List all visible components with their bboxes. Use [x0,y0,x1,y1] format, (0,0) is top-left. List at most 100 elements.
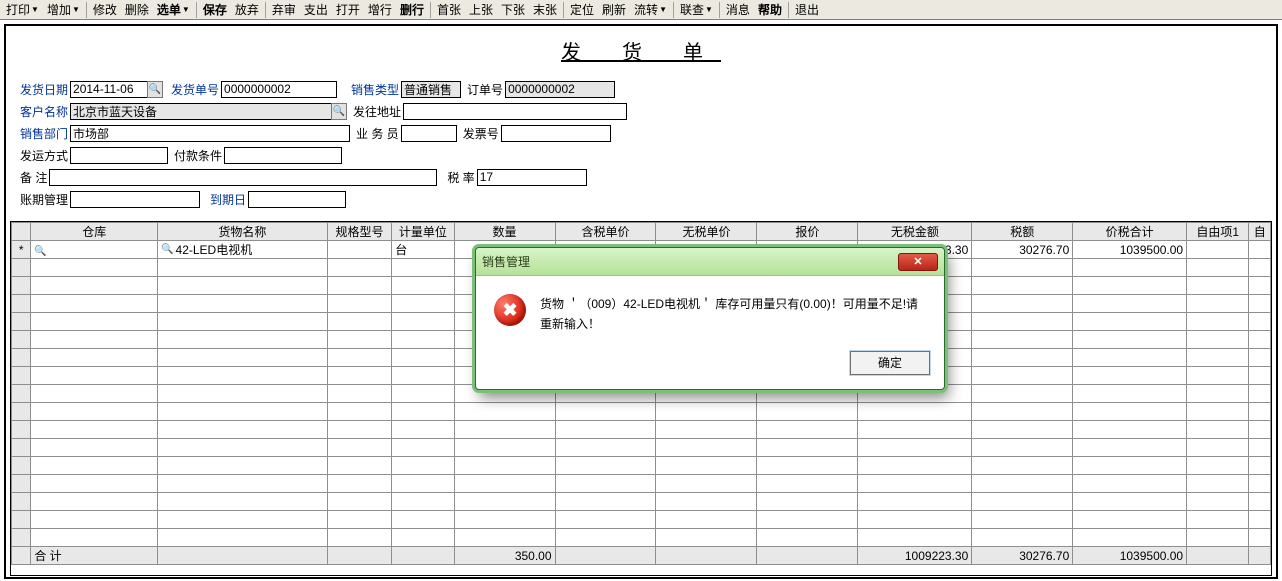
customer-field[interactable]: 北京市蓝天设备 [70,103,332,120]
table-row[interactable]: .............. [12,475,1271,493]
column-header[interactable]: 规格型号 [327,223,391,241]
toolbar-下张[interactable]: 下张 [497,1,529,19]
label-period-mgmt: 账期管理 [20,191,68,208]
toolbar-separator [788,2,789,18]
row-marker: * [12,241,31,259]
label-ship-addr: 发往地址 [353,103,401,120]
toolbar-增行[interactable]: 增行 [364,1,396,19]
column-header[interactable]: 无税金额 [858,223,972,241]
toolbar-选单[interactable]: 选单▼ [153,1,194,19]
column-header[interactable]: 数量 [454,223,555,241]
amount-total-cell[interactable]: 1039500.00 [1073,241,1187,259]
pay-terms-field[interactable] [224,147,342,164]
lookup-icon[interactable]: 🔍 [147,81,163,98]
column-header[interactable]: 自由项1 [1187,223,1249,241]
toolbar-增加[interactable]: 增加▼ [43,1,84,19]
toolbar-打印[interactable]: 打印▼ [2,1,43,19]
toolbar-保存[interactable]: 保存 [199,1,231,19]
free2-cell[interactable] [1249,241,1271,259]
toolbar-打开[interactable]: 打开 [332,1,364,19]
tax-rate-field[interactable]: 17 [477,169,587,186]
column-header[interactable]: 计量单位 [392,223,454,241]
table-row[interactable]: .............. [12,493,1271,511]
toolbar-修改[interactable]: 修改 [89,1,121,19]
warehouse-cell[interactable]: 🔍 [31,241,158,259]
label-tax-rate: 税 率 [447,169,474,186]
column-header[interactable]: 自 [1249,223,1271,241]
due-date-field[interactable] [248,191,346,208]
toolbar-上张[interactable]: 上张 [465,1,497,19]
label-remark: 备 注 [20,169,47,186]
toolbar-联查[interactable]: 联查▼ [676,1,717,19]
column-header[interactable]: 含税单价 [555,223,656,241]
toolbar-separator [196,2,197,18]
label-ship-method: 发运方式 [20,147,68,164]
column-header[interactable]: 税额 [972,223,1073,241]
free1-cell[interactable] [1187,241,1249,259]
label-ship-date: 发货日期 [20,81,68,98]
spec-cell[interactable] [327,241,391,259]
chevron-down-icon: ▼ [659,6,667,14]
chevron-down-icon: ▼ [182,6,190,14]
chevron-down-icon: ▼ [31,6,39,14]
toolbar-刷新[interactable]: 刷新 [598,1,630,19]
toolbar-删除[interactable]: 删除 [121,1,153,19]
ok-button[interactable]: 确定 [850,351,930,375]
ship-no-field[interactable]: 0000000002 [221,81,337,98]
toolbar-放弃[interactable]: 放弃 [231,1,263,19]
dialog-title-text: 销售管理 [482,253,530,270]
order-no-field[interactable]: 0000000002 [505,81,615,98]
table-row[interactable]: .............. [12,421,1271,439]
toolbar-支出[interactable]: 支出 [300,1,332,19]
table-row[interactable]: .............. [12,439,1271,457]
table-row[interactable]: .............. [12,511,1271,529]
toolbar-帮助[interactable]: 帮助 [754,1,786,19]
dialog-titlebar[interactable]: 销售管理 ✕ [476,248,944,276]
column-header[interactable] [12,223,31,241]
column-header[interactable]: 价税合计 [1073,223,1187,241]
invoice-no-field[interactable] [501,125,611,142]
ship-date-field[interactable]: 2014-11-06 [70,81,148,98]
toolbar-弃审[interactable]: 弃审 [268,1,300,19]
toolbar-定位[interactable]: 定位 [566,1,598,19]
chevron-down-icon: ▼ [705,6,713,14]
remark-field[interactable] [49,169,437,186]
toolbar-删行[interactable]: 删行 [396,1,428,19]
page-title: 发 货 单 [6,36,1276,65]
table-row[interactable]: .............. [12,403,1271,421]
sale-type-field[interactable]: 普通销售 [401,81,461,98]
salesman-field[interactable] [401,125,457,142]
toolbar-首张[interactable]: 首张 [433,1,465,19]
toolbar: 打印▼增加▼ 修改删除选单▼ 保存放弃弃审支出打开增行删行首张上张下张末张定位刷新流… [0,0,1282,20]
label-customer: 客户名称 [20,103,68,120]
label-sale-type: 销售类型 [351,81,399,98]
toolbar-separator [673,2,674,18]
close-icon[interactable]: ✕ [898,253,938,271]
tax-cell[interactable]: 30276.70 [972,241,1073,259]
toolbar-separator [563,2,564,18]
goods-cell[interactable]: 🔍42-LED电视机 [158,241,328,259]
ship-method-field[interactable] [70,147,168,164]
column-header[interactable]: 货物名称 [158,223,328,241]
toolbar-separator [719,2,720,18]
toolbar-退出[interactable]: 退出 [791,1,823,19]
label-sale-dept: 销售部门 [20,125,68,142]
table-row[interactable]: .............. [12,457,1271,475]
period-mgmt-field[interactable] [70,191,200,208]
sale-dept-field[interactable]: 市场部 [70,125,350,142]
ship-addr-field[interactable] [403,103,627,120]
lookup-icon[interactable]: 🔍 [331,103,347,120]
toolbar-消息[interactable]: 消息 [722,1,754,19]
unit-cell[interactable]: 台 [392,241,454,259]
column-header[interactable]: 报价 [757,223,858,241]
column-header[interactable]: 无税单价 [656,223,757,241]
error-icon: ✖ [494,294,526,326]
toolbar-流转[interactable]: 流转▼ [630,1,671,19]
column-header[interactable]: 仓库 [31,223,158,241]
table-footer: 合 计 350.00 1009223.30 30276.70 1039500.0… [12,547,1271,565]
label-pay-terms: 付款条件 [174,147,222,164]
dialog-message: 货物 ＇（009）42-LED电视机＇ 库存可用量只有(0.00)！可用量不足!… [540,294,926,335]
toolbar-separator [265,2,266,18]
table-row[interactable]: .............. [12,529,1271,547]
toolbar-末张[interactable]: 末张 [529,1,561,19]
